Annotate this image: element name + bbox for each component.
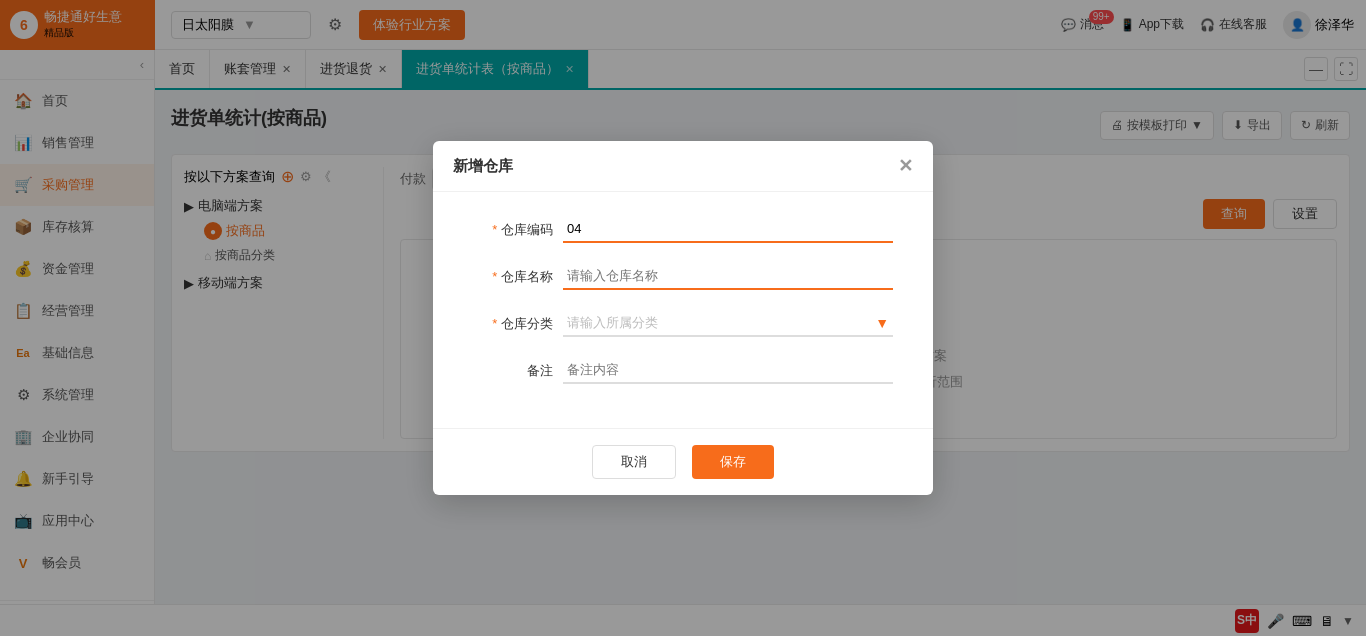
warehouse-code-input[interactable] <box>563 216 893 243</box>
warehouse-code-row: 仓库编码 <box>473 216 893 243</box>
warehouse-type-select[interactable]: 请输入所属分类 <box>563 310 893 335</box>
warehouse-name-label: 仓库名称 <box>473 268 553 286</box>
remark-label: 备注 <box>473 362 553 380</box>
warehouse-name-row: 仓库名称 <box>473 263 893 290</box>
warehouse-type-label: 仓库分类 <box>473 315 553 333</box>
modal-new-warehouse: 新增仓库 ✕ 仓库编码 仓库名称 仓库分类 请输入所属分类 ▼ <box>433 141 933 495</box>
warehouse-type-row: 仓库分类 请输入所属分类 ▼ <box>473 310 893 337</box>
modal-close-button[interactable]: ✕ <box>898 155 913 177</box>
cancel-button[interactable]: 取消 <box>592 445 676 479</box>
modal-overlay[interactable]: 新增仓库 ✕ 仓库编码 仓库名称 仓库分类 请输入所属分类 ▼ <box>0 0 1366 636</box>
save-button[interactable]: 保存 <box>692 445 774 479</box>
warehouse-name-input[interactable] <box>563 263 893 290</box>
warehouse-type-select-wrap: 请输入所属分类 ▼ <box>563 310 893 337</box>
remark-row: 备注 <box>473 357 893 384</box>
modal-header: 新增仓库 ✕ <box>433 141 933 192</box>
remark-input[interactable] <box>563 357 893 384</box>
modal-footer: 取消 保存 <box>433 428 933 495</box>
modal-title: 新增仓库 <box>453 157 513 176</box>
modal-body: 仓库编码 仓库名称 仓库分类 请输入所属分类 ▼ 备注 <box>433 192 933 428</box>
warehouse-code-label: 仓库编码 <box>473 221 553 239</box>
